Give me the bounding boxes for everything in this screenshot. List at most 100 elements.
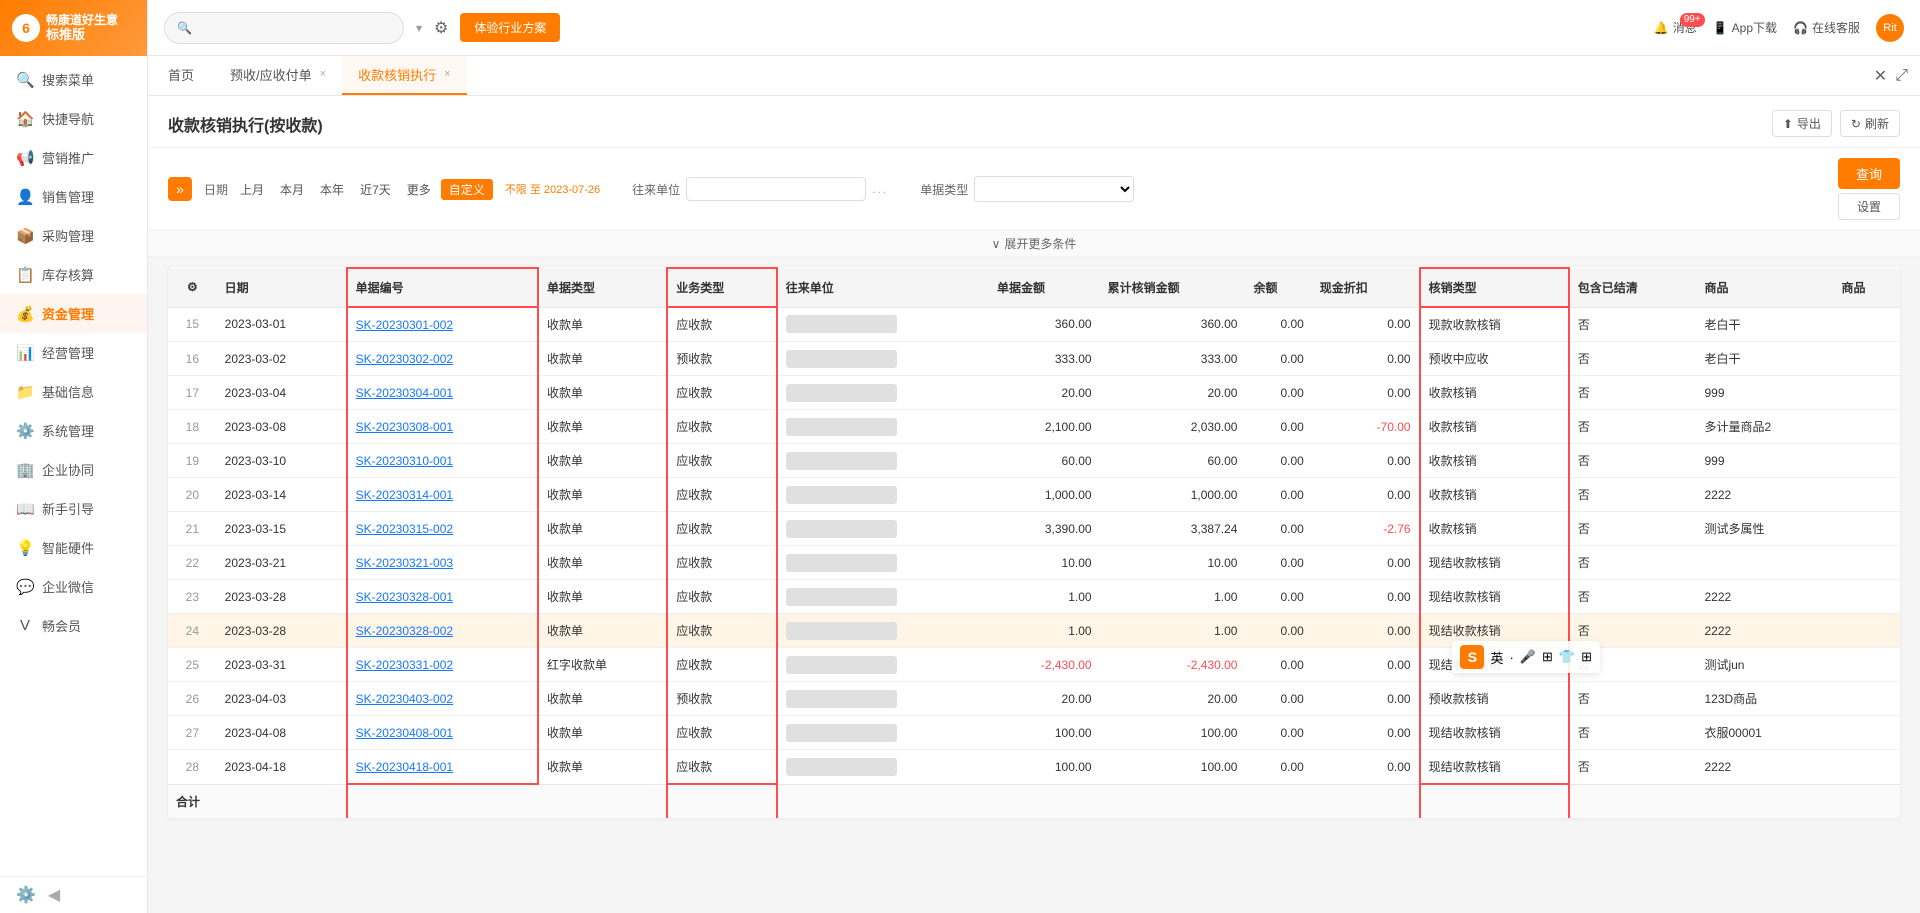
cell-bill-no[interactable]: SK-20230328-001: [347, 580, 538, 614]
cell-bill-no[interactable]: SK-20230403-002: [347, 682, 538, 716]
tab-prepay[interactable]: 预收/应收付单 ×: [214, 56, 342, 95]
user-avatar[interactable]: Rit: [1876, 14, 1904, 42]
refresh-button[interactable]: ↻ 刷新: [1840, 110, 1900, 137]
cell-date: 2023-03-01: [217, 307, 347, 342]
sidebar-item-member[interactable]: V 畅会员: [0, 606, 147, 645]
app-download-item[interactable]: 📱 App下载: [1713, 19, 1777, 36]
filter-billtype-select[interactable]: [974, 176, 1134, 202]
sidebar-item-purchase[interactable]: 📦 采购管理: [0, 216, 147, 255]
table-row[interactable]: 21 2023-03-15 SK-20230315-002 收款单 应收款 ██…: [168, 512, 1900, 546]
cell-num: 18: [168, 410, 217, 444]
cell-biz-type: 应收款: [667, 580, 776, 614]
tabbar: 首页 预收/应收付单 × 收款核销执行 × ✕ ⤢: [148, 56, 1920, 96]
cell-cash-discount: 0.00: [1312, 478, 1420, 512]
cell-goods: 2222: [1696, 580, 1833, 614]
cell-balance: 0.00: [1245, 444, 1311, 478]
industry-solution-button[interactable]: 体验行业方案: [460, 13, 560, 42]
filter-date-custom[interactable]: 自定义: [441, 179, 493, 200]
filter-date-thisyear[interactable]: 本年: [314, 179, 350, 200]
enterprise-icon: 🏢: [16, 461, 34, 479]
cell-bill-no[interactable]: SK-20230310-001: [347, 444, 538, 478]
footer-settled: [1569, 784, 1697, 818]
notification-item[interactable]: 🔔 消息 99+: [1654, 19, 1697, 36]
filter-date-thismonth[interactable]: 本月: [274, 179, 310, 200]
export-button[interactable]: ⬆ 导出: [1772, 110, 1832, 137]
topbar-dropdown-arrow[interactable]: ▾: [416, 21, 422, 35]
table-row[interactable]: 22 2023-03-21 SK-20230321-003 收款单 应收款 ██…: [168, 546, 1900, 580]
table-row[interactable]: 19 2023-03-10 SK-20230310-001 收款单 应收款 ██…: [168, 444, 1900, 478]
sidebar-item-hardware[interactable]: 💡 智能硬件: [0, 528, 147, 567]
filter-date-label: 日期: [204, 181, 228, 198]
cell-bill-no[interactable]: SK-20230418-001: [347, 750, 538, 785]
filter-date-more[interactable]: 更多: [401, 179, 437, 200]
filter-expand-bar[interactable]: ∨ 展开更多条件: [148, 231, 1920, 257]
tab-close-all-icon[interactable]: ✕: [1874, 66, 1887, 86]
collapse-icon[interactable]: ◀: [48, 885, 60, 905]
sidebar-item-quicknav[interactable]: 🏠 快捷导航: [0, 99, 147, 138]
filter-toggle-btn[interactable]: »: [168, 177, 192, 201]
cell-partner: ██████: [777, 478, 989, 512]
cell-include-settled: 否: [1569, 512, 1697, 546]
col-goods: 商品: [1696, 268, 1833, 307]
settings-bottom-icon[interactable]: ⚙️: [16, 885, 36, 905]
sidebar-item-funds[interactable]: 💰 资金管理: [0, 294, 147, 333]
filter-partner-dots[interactable]: ...: [872, 182, 888, 196]
cell-bill-no[interactable]: SK-20230408-001: [347, 716, 538, 750]
cell-cash-discount: 0.00: [1312, 307, 1420, 342]
filter-date-lastmonth[interactable]: 上月: [234, 179, 270, 200]
table-row[interactable]: 23 2023-03-28 SK-20230328-001 收款单 应收款 ██…: [168, 580, 1900, 614]
tab-home[interactable]: 首页: [148, 56, 214, 95]
sidebar-item-inventory[interactable]: 📋 库存核算: [0, 255, 147, 294]
sidebar-item-operation[interactable]: 📊 经营管理: [0, 333, 147, 372]
tab-prepay-close[interactable]: ×: [320, 69, 326, 80]
sidebar-item-marketing[interactable]: 📢 营销推广: [0, 138, 147, 177]
filter-query-button[interactable]: 查询: [1838, 158, 1900, 189]
cell-bill-no[interactable]: SK-20230328-002: [347, 614, 538, 648]
cell-include-settled: 否: [1569, 478, 1697, 512]
filter-partner-input[interactable]: [686, 177, 866, 201]
table-row[interactable]: 24 2023-03-28 SK-20230328-002 收款单 应收款 ██…: [168, 614, 1900, 648]
table-row[interactable]: 20 2023-03-14 SK-20230314-001 收款单 应收款 ██…: [168, 478, 1900, 512]
cell-bill-no[interactable]: SK-20230304-001: [347, 376, 538, 410]
topbar-gear-icon[interactable]: ⚙: [434, 18, 448, 38]
sidebar-item-enterprise[interactable]: 🏢 企业协同: [0, 450, 147, 489]
sidebar-item-base[interactable]: 📁 基础信息: [0, 372, 147, 411]
cell-bill-no[interactable]: SK-20230315-002: [347, 512, 538, 546]
tab-expand-icon[interactable]: ⤢: [1895, 67, 1908, 85]
table-row[interactable]: 17 2023-03-04 SK-20230304-001 收款单 应收款 ██…: [168, 376, 1900, 410]
sidebar-item-wechat[interactable]: 💬 企业微信: [0, 567, 147, 606]
cell-bill-no[interactable]: SK-20230314-001: [347, 478, 538, 512]
table-row[interactable]: 27 2023-04-08 SK-20230408-001 收款单 应收款 ██…: [168, 716, 1900, 750]
content: 收款核销执行(按收款) ⬆ 导出 ↻ 刷新 » 日期 上月: [148, 96, 1920, 913]
cell-num: 23: [168, 580, 217, 614]
filter-settings-button[interactable]: 设置: [1838, 193, 1900, 220]
cell-num: 25: [168, 648, 217, 682]
table-row[interactable]: 18 2023-03-08 SK-20230308-001 收款单 应收款 ██…: [168, 410, 1900, 444]
sales-icon: 👤: [16, 188, 34, 206]
sidebar-item-sales[interactable]: 👤 销售管理: [0, 177, 147, 216]
online-service-item[interactable]: 🎧 在线客服: [1793, 19, 1860, 36]
sidebar-item-search[interactable]: 🔍 搜索菜单: [0, 60, 147, 99]
sidebar-item-newbie[interactable]: 📖 新手引导: [0, 489, 147, 528]
filter-date-7days[interactable]: 近7天: [354, 179, 397, 200]
cell-bill-type: 红字收款单: [538, 648, 667, 682]
sidebar-item-system[interactable]: ⚙️ 系统管理: [0, 411, 147, 450]
cell-bill-no[interactable]: SK-20230321-003: [347, 546, 538, 580]
cell-bill-no[interactable]: SK-20230308-001: [347, 410, 538, 444]
cell-bill-no[interactable]: SK-20230331-002: [347, 648, 538, 682]
table-row[interactable]: 16 2023-03-02 SK-20230302-002 收款单 预收款 ██…: [168, 342, 1900, 376]
cell-balance: 0.00: [1245, 580, 1311, 614]
tab-collection[interactable]: 收款核销执行 ×: [342, 56, 466, 95]
tab-collection-close[interactable]: ×: [444, 69, 450, 80]
cell-bill-no[interactable]: SK-20230301-002: [347, 307, 538, 342]
col-settings[interactable]: ⚙: [168, 268, 217, 307]
table-row[interactable]: 15 2023-03-01 SK-20230301-002 收款单 应收款 ██…: [168, 307, 1900, 342]
cell-written-off: 20.00: [1100, 376, 1246, 410]
logo-sub: 标推版: [46, 27, 118, 43]
cell-bill-no[interactable]: SK-20230302-002: [347, 342, 538, 376]
table-row[interactable]: 26 2023-04-03 SK-20230403-002 收款单 预收款 ██…: [168, 682, 1900, 716]
cell-cash-discount: 0.00: [1312, 546, 1420, 580]
table-row[interactable]: 28 2023-04-18 SK-20230418-001 收款单 应收款 ██…: [168, 750, 1900, 785]
cell-partner: ██████: [777, 546, 989, 580]
table-row[interactable]: 25 2023-03-31 SK-20230331-002 红字收款单 应收款 …: [168, 648, 1900, 682]
